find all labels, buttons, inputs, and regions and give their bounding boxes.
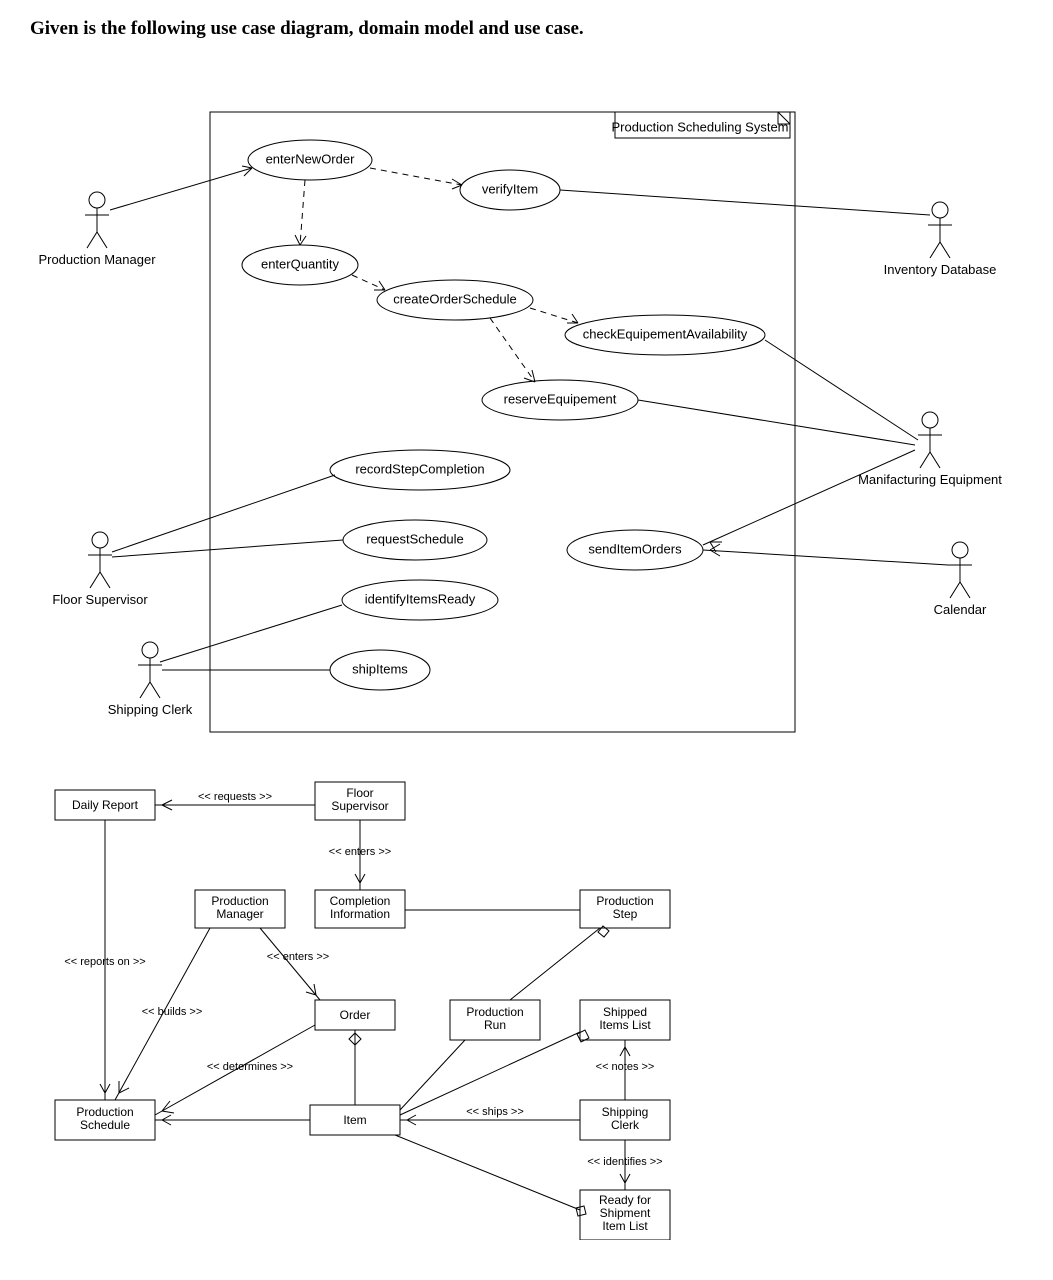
box-daily-report: Daily Report <box>55 790 155 820</box>
actor-shipping-clerk: Shipping Clerk <box>108 642 193 717</box>
uc-shipItems: shipItems <box>330 650 430 690</box>
box-order: Order <box>315 1000 395 1030</box>
svg-text:Order: Order <box>340 1008 371 1022</box>
box-production-step: ProductionStep <box>580 890 670 928</box>
svg-text:<< enters >>: << enters >> <box>329 846 391 858</box>
actor-production-manager: Production Manager <box>38 192 156 267</box>
svg-text:<< determines >>: << determines >> <box>207 1061 293 1073</box>
box-production-manager: ProductionManager <box>195 890 285 928</box>
svg-text:<< enters >>: << enters >> <box>267 951 329 963</box>
svg-text:ProductionManager: ProductionManager <box>211 894 268 921</box>
uc-enterNewOrder: enterNewOrder <box>248 140 372 180</box>
svg-text:Ready forShipmentItem List: Ready forShipmentItem List <box>599 1193 651 1233</box>
svg-text:checkEquipementAvailability: checkEquipementAvailability <box>583 326 748 341</box>
svg-text:recordStepCompletion: recordStepCompletion <box>355 461 484 476</box>
svg-text:Inventory Database: Inventory Database <box>884 262 997 277</box>
svg-text:verifyItem: verifyItem <box>482 181 538 196</box>
uc-sendItemOrders: sendItemOrders <box>567 530 703 570</box>
svg-text:Daily Report: Daily Report <box>72 798 139 812</box>
svg-text:shipItems: shipItems <box>352 661 408 676</box>
box-ready-shipment: Ready forShipmentItem List <box>580 1190 670 1240</box>
svg-text:ShippedItems List: ShippedItems List <box>599 1005 651 1032</box>
svg-text:identifyItemsReady: identifyItemsReady <box>365 591 476 606</box>
page-heading: Given is the following use case diagram,… <box>0 0 1053 50</box>
svg-text:Shipping Clerk: Shipping Clerk <box>108 702 193 717</box>
box-production-schedule: ProductionSchedule <box>55 1100 155 1140</box>
box-completion-info: CompletionInformation <box>315 890 405 928</box>
svg-text:Item: Item <box>343 1113 366 1127</box>
svg-text:Floor Supervisor: Floor Supervisor <box>52 592 148 607</box>
box-floor-supervisor: FloorSupervisor <box>315 782 405 820</box>
actor-manufacturing-equipment: Manifacturing Equipment <box>858 412 1002 487</box>
box-item: Item <box>310 1105 400 1135</box>
svg-text:<< builds >>: << builds >> <box>142 1006 203 1018</box>
actor-floor-supervisor: Floor Supervisor <box>52 532 148 607</box>
uc-reserveEquipment: reserveEquipement <box>482 380 638 420</box>
svg-text:Calendar: Calendar <box>934 602 987 617</box>
diagram-svg: Production Scheduling System Production … <box>0 50 1053 1240</box>
svg-text:Production Manager: Production Manager <box>38 252 156 267</box>
svg-text:<< identifies >>: << identifies >> <box>587 1156 662 1168</box>
box-production-run: ProductionRun <box>450 1000 540 1040</box>
uc-enterQuantity: enterQuantity <box>242 245 358 285</box>
usecase-diagram: Production Scheduling System Production … <box>38 112 1002 732</box>
uc-requestSchedule: requestSchedule <box>343 520 487 560</box>
diagram-canvas: Production Scheduling System Production … <box>0 50 1053 1240</box>
svg-text:Manifacturing Equipment: Manifacturing Equipment <box>858 472 1002 487</box>
svg-text:<< ships >>: << ships >> <box>466 1106 524 1118</box>
svg-text:reserveEquipement: reserveEquipement <box>504 391 617 406</box>
uc-recordStepCompletion: recordStepCompletion <box>330 450 510 490</box>
domain-model: Daily Report FloorSupervisor ProductionM… <box>55 782 670 1240</box>
uc-createOrderSchedule: createOrderSchedule <box>377 280 533 320</box>
uc-identifyItemsReady: identifyItemsReady <box>342 580 498 620</box>
system-label: Production Scheduling System <box>611 119 788 134</box>
svg-text:requestSchedule: requestSchedule <box>366 531 464 546</box>
svg-text:createOrderSchedule: createOrderSchedule <box>393 291 517 306</box>
uc-checkEquipAvail: checkEquipementAvailability <box>565 315 765 355</box>
svg-text:<< requests >>: << requests >> <box>198 791 272 803</box>
uc-verifyItem: verifyItem <box>460 170 560 210</box>
box-shipping-clerk: ShippingClerk <box>580 1100 670 1140</box>
svg-text:enterQuantity: enterQuantity <box>261 256 340 271</box>
actor-calendar: Calendar <box>934 542 987 617</box>
box-shipped-items: ShippedItems List <box>580 1000 670 1040</box>
svg-text:sendItemOrders: sendItemOrders <box>588 541 682 556</box>
svg-text:CompletionInformation: CompletionInformation <box>330 894 391 921</box>
svg-text:<< reports on >>: << reports on >> <box>64 956 145 968</box>
svg-text:ProductionSchedule: ProductionSchedule <box>76 1105 133 1132</box>
svg-text:enterNewOrder: enterNewOrder <box>266 151 356 166</box>
svg-text:<< notes >>: << notes >> <box>596 1061 655 1073</box>
